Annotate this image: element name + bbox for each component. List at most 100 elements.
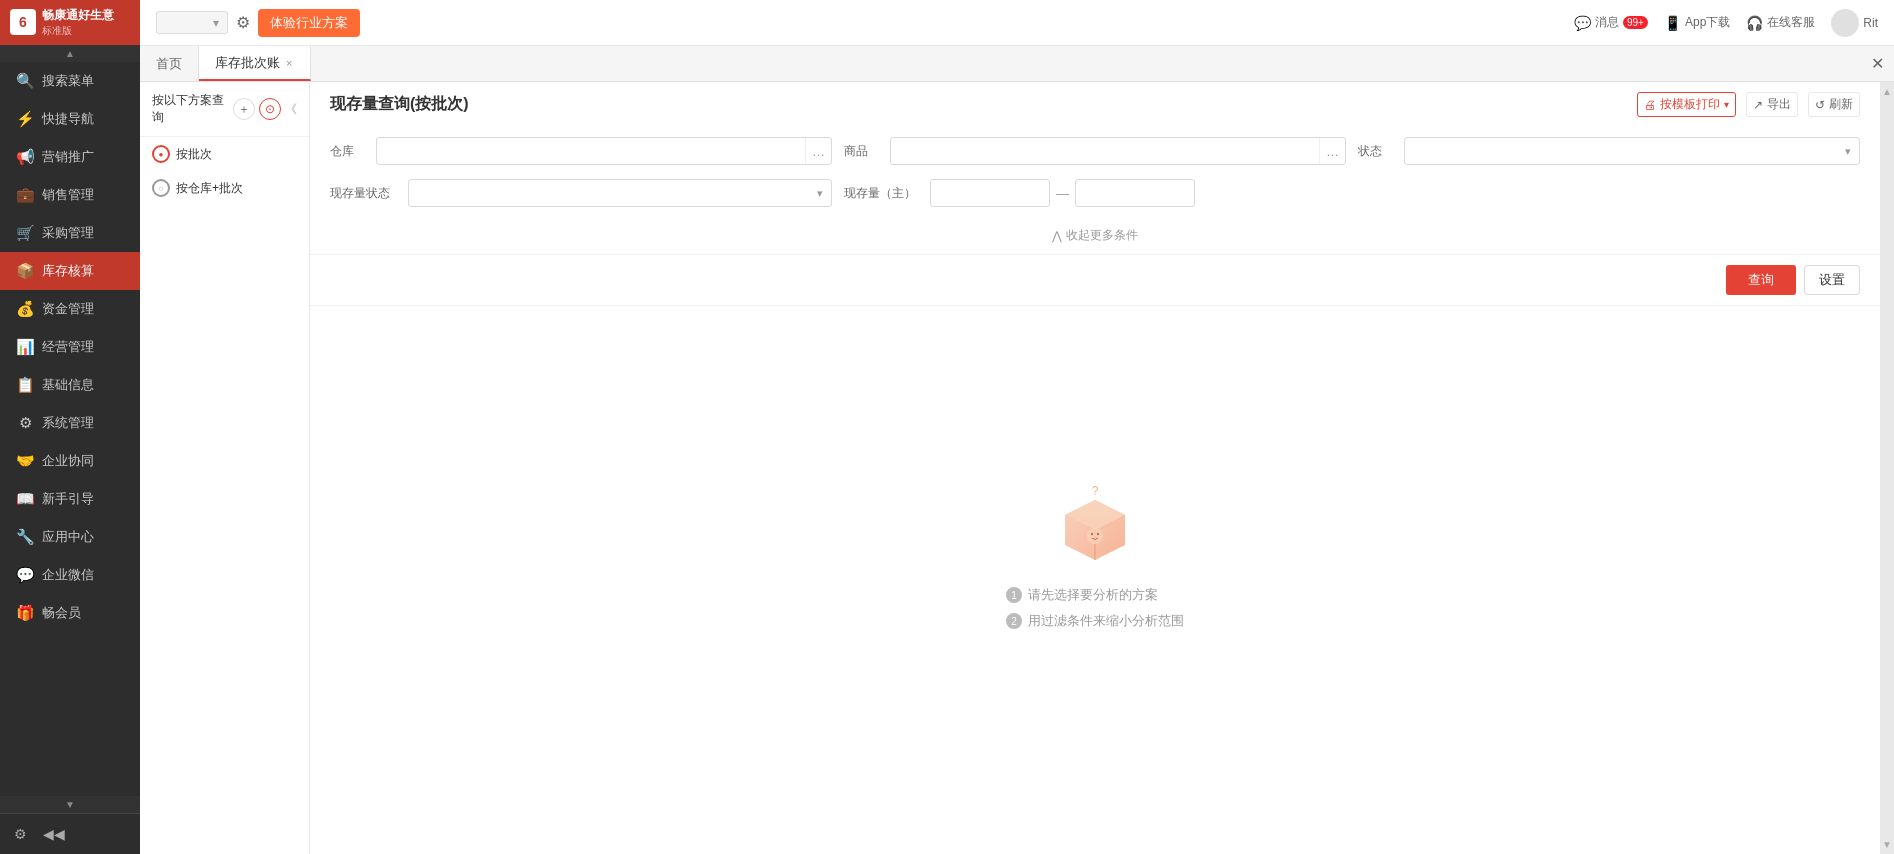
member-icon: 🎁 xyxy=(16,604,34,622)
right-scrollbar[interactable]: ▲ ▼ xyxy=(1880,82,1894,854)
collapse-more-btn[interactable]: ⋀ 收起更多条件 xyxy=(330,221,1860,254)
app-download-btn[interactable]: 📱 App下载 xyxy=(1664,14,1730,31)
sidebar-item-purchase[interactable]: 🛒 采购管理 xyxy=(0,214,140,252)
app-version: 标准版 xyxy=(42,24,114,37)
add-filter-btn[interactable]: ＋ xyxy=(233,98,255,120)
stock-status-dropdown-icon: ▾ xyxy=(817,187,823,200)
sidebar-item-operations[interactable]: 📊 经营管理 xyxy=(0,328,140,366)
scroll-down-btn[interactable]: ▼ xyxy=(0,796,140,813)
tab-panel-close-btn[interactable]: ✕ xyxy=(1861,54,1894,73)
page-main-inner: 现存量查询(按批次) 🖨 按模板打印 ▾ ↗ 导出 ↺ 刷新 xyxy=(310,82,1880,854)
filter-item-warehouse-batch[interactable]: ○ 按仓库+批次 xyxy=(140,171,309,205)
stock-qty-label: 现存量（主） xyxy=(844,185,924,202)
sidebar-item-label-finance: 资金管理 xyxy=(42,300,94,318)
experience-btn[interactable]: 体验行业方案 xyxy=(258,9,360,37)
query-btn[interactable]: 查询 xyxy=(1726,265,1796,295)
finance-icon: 💰 xyxy=(16,300,34,318)
setting-btn[interactable]: 设置 xyxy=(1804,265,1860,295)
sidebar-item-label-guide: 新手引导 xyxy=(42,490,94,508)
sidebar-item-shortcut[interactable]: ⚡ 快捷导航 xyxy=(0,100,140,138)
tab-inventory-batch[interactable]: 库存批次账 × xyxy=(199,46,311,81)
print-icon: 🖨 xyxy=(1644,98,1656,112)
export-label: 导出 xyxy=(1767,96,1791,113)
stock-qty-field: 现存量（主） — xyxy=(844,179,1346,207)
refresh-btn[interactable]: ↺ 刷新 xyxy=(1808,92,1860,117)
form-row-2: 现存量状态 ▾ 现存量（主） — xyxy=(330,179,1860,207)
collapse-sidebar-btn[interactable]: ◀◀ xyxy=(39,822,69,846)
filter-collapse-btn[interactable]: 《 xyxy=(285,101,297,118)
sidebar-item-label-operations: 经营管理 xyxy=(42,338,94,356)
sidebar-item-label-system: 系统管理 xyxy=(42,414,94,432)
filter-item-batch[interactable]: ● 按批次 xyxy=(140,137,309,171)
shortcut-icon: ⚡ xyxy=(16,110,34,128)
sidebar-item-collab[interactable]: 🤝 企业协同 xyxy=(0,442,140,480)
collapse-up-icon: ⋀ xyxy=(1052,229,1062,243)
online-service-btn[interactable]: 🎧 在线客服 xyxy=(1746,14,1815,31)
sidebar-item-label-inventory: 库存核算 xyxy=(42,262,94,280)
empty-tip-1: 1 请先选择要分析的方案 xyxy=(1006,586,1184,604)
dropdown-icon: ▾ xyxy=(213,16,219,30)
sidebar-item-search[interactable]: 🔍 搜索菜单 xyxy=(0,62,140,100)
stock-qty-min-input[interactable] xyxy=(930,179,1050,207)
warehouse-input[interactable] xyxy=(377,144,805,158)
sidebar-nav: 🔍 搜索菜单 ⚡ 快捷导航 📢 营销推广 💼 销售管理 🛒 采购管理 📦 库存核… xyxy=(0,62,140,796)
sidebar-item-wechat[interactable]: 💬 企业微信 xyxy=(0,556,140,594)
sales-icon: 💼 xyxy=(16,186,34,204)
sidebar-item-system[interactable]: ⚙ 系统管理 xyxy=(0,404,140,442)
goods-more-btn[interactable]: … xyxy=(1319,138,1345,164)
filter-item-batch-label: 按批次 xyxy=(176,146,212,163)
scroll-up-btn[interactable]: ▲ xyxy=(0,45,140,62)
status-select[interactable]: ▾ xyxy=(1404,137,1860,165)
breadcrumb: ▾ xyxy=(156,11,228,34)
export-btn[interactable]: ↗ 导出 xyxy=(1746,92,1798,117)
settings-footer-btn[interactable]: ⚙ xyxy=(10,822,31,846)
sidebar-item-sales[interactable]: 💼 销售管理 xyxy=(0,176,140,214)
print-btn[interactable]: 🖨 按模板打印 ▾ xyxy=(1637,92,1736,117)
stock-qty-max-input[interactable] xyxy=(1075,179,1195,207)
topbar-left: ▾ ⚙ 体验行业方案 xyxy=(156,9,360,37)
gear-icon-topbar[interactable]: ⚙ xyxy=(236,13,250,32)
page-content: 按以下方案查询 ＋ ⊙ 《 ● 按批次 ○ 按仓库+批次 现存量查询(按批次) xyxy=(140,82,1894,854)
app-download-label: App下载 xyxy=(1685,14,1730,31)
messages-btn[interactable]: 💬 消息 99+ xyxy=(1574,14,1648,31)
sidebar-item-basics[interactable]: 📋 基础信息 xyxy=(0,366,140,404)
collapse-label: 收起更多条件 xyxy=(1066,227,1138,244)
online-service-label: 在线客服 xyxy=(1767,14,1815,31)
main-content: ▾ ⚙ 体验行业方案 💬 消息 99+ 📱 App下载 🎧 在线客服 Rit xyxy=(140,0,1894,854)
user-area[interactable]: Rit xyxy=(1831,9,1878,37)
form-row-1: 仓库 … 商品 … xyxy=(330,137,1860,165)
warehouse-input-wrap[interactable]: … xyxy=(376,137,832,165)
collab-icon: 🤝 xyxy=(16,452,34,470)
filter-panel-header: 按以下方案查询 ＋ ⊙ 《 xyxy=(140,82,309,137)
messages-badge: 99+ xyxy=(1623,16,1648,29)
print-dropdown-icon[interactable]: ▾ xyxy=(1724,99,1729,110)
system-icon: ⚙ xyxy=(16,414,34,432)
goods-label: 商品 xyxy=(844,143,884,160)
tab-home[interactable]: 首页 xyxy=(140,46,199,81)
sidebar-item-finance[interactable]: 💰 资金管理 xyxy=(0,290,140,328)
empty-tips: 1 请先选择要分析的方案 2 用过滤条件来缩小分析范围 xyxy=(1006,586,1184,630)
sidebar-item-apps[interactable]: 🔧 应用中心 xyxy=(0,518,140,556)
svg-text:?: ? xyxy=(1092,484,1099,498)
goods-field: 商品 … xyxy=(844,137,1346,165)
sidebar-item-label-marketing: 营销推广 xyxy=(42,148,94,166)
tab-close-btn[interactable]: × xyxy=(284,57,294,69)
sidebar-item-member[interactable]: 🎁 畅会员 xyxy=(0,594,140,632)
warehouse-more-btn[interactable]: … xyxy=(805,138,831,164)
goods-input[interactable] xyxy=(891,144,1319,158)
filter-settings-btn[interactable]: ⊙ xyxy=(259,98,281,120)
stock-status-select[interactable]: ▾ xyxy=(408,179,832,207)
sidebar-item-inventory[interactable]: 📦 库存核算 xyxy=(0,252,140,290)
page-title: 现存量查询(按批次) xyxy=(330,94,469,115)
sidebar-item-guide[interactable]: 📖 新手引导 xyxy=(0,480,140,518)
tip-text-1: 请先选择要分析的方案 xyxy=(1028,586,1158,604)
guide-icon: 📖 xyxy=(16,490,34,508)
goods-input-wrap[interactable]: … xyxy=(890,137,1346,165)
tabs-bar: 首页 库存批次账 × ✕ xyxy=(140,46,1894,82)
empty-illustration: ? xyxy=(1045,470,1145,570)
refresh-icon: ↺ xyxy=(1815,98,1825,112)
svg-point-6 xyxy=(1097,533,1099,535)
sidebar-item-label-basics: 基础信息 xyxy=(42,376,94,394)
sidebar-item-marketing[interactable]: 📢 营销推广 xyxy=(0,138,140,176)
tip-text-2: 用过滤条件来缩小分析范围 xyxy=(1028,612,1184,630)
